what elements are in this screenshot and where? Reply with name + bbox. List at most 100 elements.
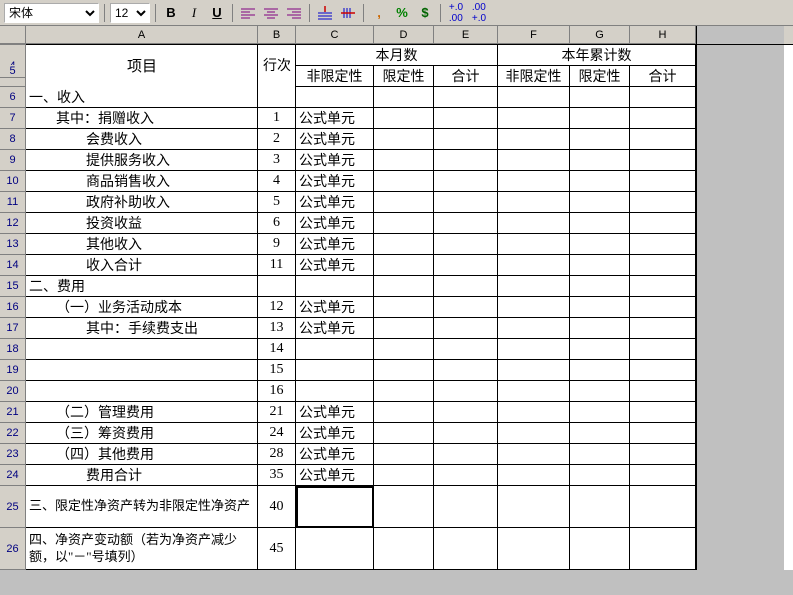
- cell[interactable]: [498, 486, 570, 528]
- cell[interactable]: [296, 276, 374, 297]
- cell[interactable]: [570, 402, 630, 423]
- cell[interactable]: [296, 360, 374, 381]
- cell[interactable]: [498, 528, 570, 570]
- cell[interactable]: （四）其他费用: [26, 444, 258, 465]
- cell[interactable]: [498, 339, 570, 360]
- row-header[interactable]: 11: [0, 192, 26, 213]
- cell[interactable]: 一、收入: [26, 87, 258, 108]
- cell[interactable]: [434, 255, 498, 276]
- cell[interactable]: [570, 423, 630, 444]
- row-header-5[interactable]: 5: [0, 65, 26, 78]
- cell[interactable]: [630, 486, 696, 528]
- cell[interactable]: （一）业务活动成本: [26, 297, 258, 318]
- cell[interactable]: [434, 402, 498, 423]
- cell[interactable]: [374, 339, 434, 360]
- cell[interactable]: [570, 255, 630, 276]
- cell[interactable]: （三）筹资费用: [26, 423, 258, 444]
- increase-decimal-button[interactable]: +.0.00: [446, 3, 466, 23]
- cell[interactable]: [570, 276, 630, 297]
- cell[interactable]: [498, 129, 570, 150]
- cell[interactable]: [630, 381, 696, 402]
- col-header-A[interactable]: A: [26, 26, 258, 44]
- row-header[interactable]: 12: [0, 213, 26, 234]
- cell[interactable]: 本年累计数: [498, 45, 696, 66]
- cell[interactable]: [630, 423, 696, 444]
- cell[interactable]: [374, 171, 434, 192]
- cell[interactable]: [630, 465, 696, 486]
- cell[interactable]: [498, 444, 570, 465]
- cell[interactable]: [498, 318, 570, 339]
- vertical-align-button[interactable]: [315, 3, 335, 23]
- cell[interactable]: 公式单元: [296, 444, 374, 465]
- cell[interactable]: 其中：手续费支出: [26, 318, 258, 339]
- cell[interactable]: 5: [258, 192, 296, 213]
- horizontal-align-button[interactable]: [338, 3, 358, 23]
- cell[interactable]: [374, 402, 434, 423]
- cell[interactable]: [296, 339, 374, 360]
- cell[interactable]: 40: [258, 486, 296, 528]
- cell[interactable]: [570, 339, 630, 360]
- cell[interactable]: [498, 381, 570, 402]
- cell[interactable]: [630, 360, 696, 381]
- cell[interactable]: 公式单元: [296, 255, 374, 276]
- cell[interactable]: [570, 465, 630, 486]
- font-select[interactable]: 宋体: [4, 3, 99, 23]
- cell[interactable]: [374, 87, 434, 108]
- cell[interactable]: [374, 255, 434, 276]
- cell[interactable]: 14: [258, 339, 296, 360]
- cell[interactable]: [570, 213, 630, 234]
- cell[interactable]: [630, 87, 696, 108]
- cell[interactable]: [374, 192, 434, 213]
- cell[interactable]: 公式单元: [296, 423, 374, 444]
- row-header[interactable]: 15: [0, 276, 26, 297]
- cell[interactable]: [498, 171, 570, 192]
- cell[interactable]: 公式单元: [296, 192, 374, 213]
- row-header[interactable]: 10: [0, 171, 26, 192]
- cell[interactable]: [570, 318, 630, 339]
- bold-button[interactable]: B: [161, 3, 181, 23]
- cell[interactable]: 商品销售收入: [26, 171, 258, 192]
- cell[interactable]: [434, 360, 498, 381]
- row-header[interactable]: 13: [0, 234, 26, 255]
- cell[interactable]: [434, 234, 498, 255]
- cell[interactable]: [434, 276, 498, 297]
- currency-format-button[interactable]: $: [415, 3, 435, 23]
- col-header-F[interactable]: F: [498, 26, 570, 44]
- cell[interactable]: 6: [258, 213, 296, 234]
- row-header[interactable]: 25: [0, 486, 26, 528]
- cell[interactable]: 三、限定性净资产转为非限定性净资产: [26, 486, 258, 528]
- cell[interactable]: [434, 444, 498, 465]
- cell[interactable]: [630, 402, 696, 423]
- cell[interactable]: [498, 213, 570, 234]
- cell[interactable]: 35: [258, 465, 296, 486]
- cell[interactable]: 11: [258, 255, 296, 276]
- row-header[interactable]: 16: [0, 297, 26, 318]
- cell[interactable]: [434, 528, 498, 570]
- cell[interactable]: 公式单元: [296, 213, 374, 234]
- row-header[interactable]: 22: [0, 423, 26, 444]
- cell[interactable]: [630, 255, 696, 276]
- cell[interactable]: [630, 150, 696, 171]
- cell[interactable]: [498, 465, 570, 486]
- cell[interactable]: [630, 528, 696, 570]
- cell[interactable]: 公式单元: [296, 171, 374, 192]
- cell[interactable]: [258, 276, 296, 297]
- cell[interactable]: 公式单元: [296, 318, 374, 339]
- cell[interactable]: [498, 87, 570, 108]
- cell[interactable]: [570, 297, 630, 318]
- cell[interactable]: [630, 213, 696, 234]
- cell[interactable]: [630, 108, 696, 129]
- row-header[interactable]: 7: [0, 108, 26, 129]
- cell[interactable]: 24: [258, 423, 296, 444]
- align-center-button[interactable]: [261, 3, 281, 23]
- cell[interactable]: [374, 444, 434, 465]
- cell[interactable]: [498, 276, 570, 297]
- cell[interactable]: 投资收益: [26, 213, 258, 234]
- cell[interactable]: [374, 528, 434, 570]
- cell[interactable]: [434, 297, 498, 318]
- cell[interactable]: [434, 423, 498, 444]
- cell[interactable]: 限定性: [374, 66, 434, 87]
- cell[interactable]: [570, 129, 630, 150]
- cell[interactable]: [570, 108, 630, 129]
- cell[interactable]: 合计: [434, 66, 498, 87]
